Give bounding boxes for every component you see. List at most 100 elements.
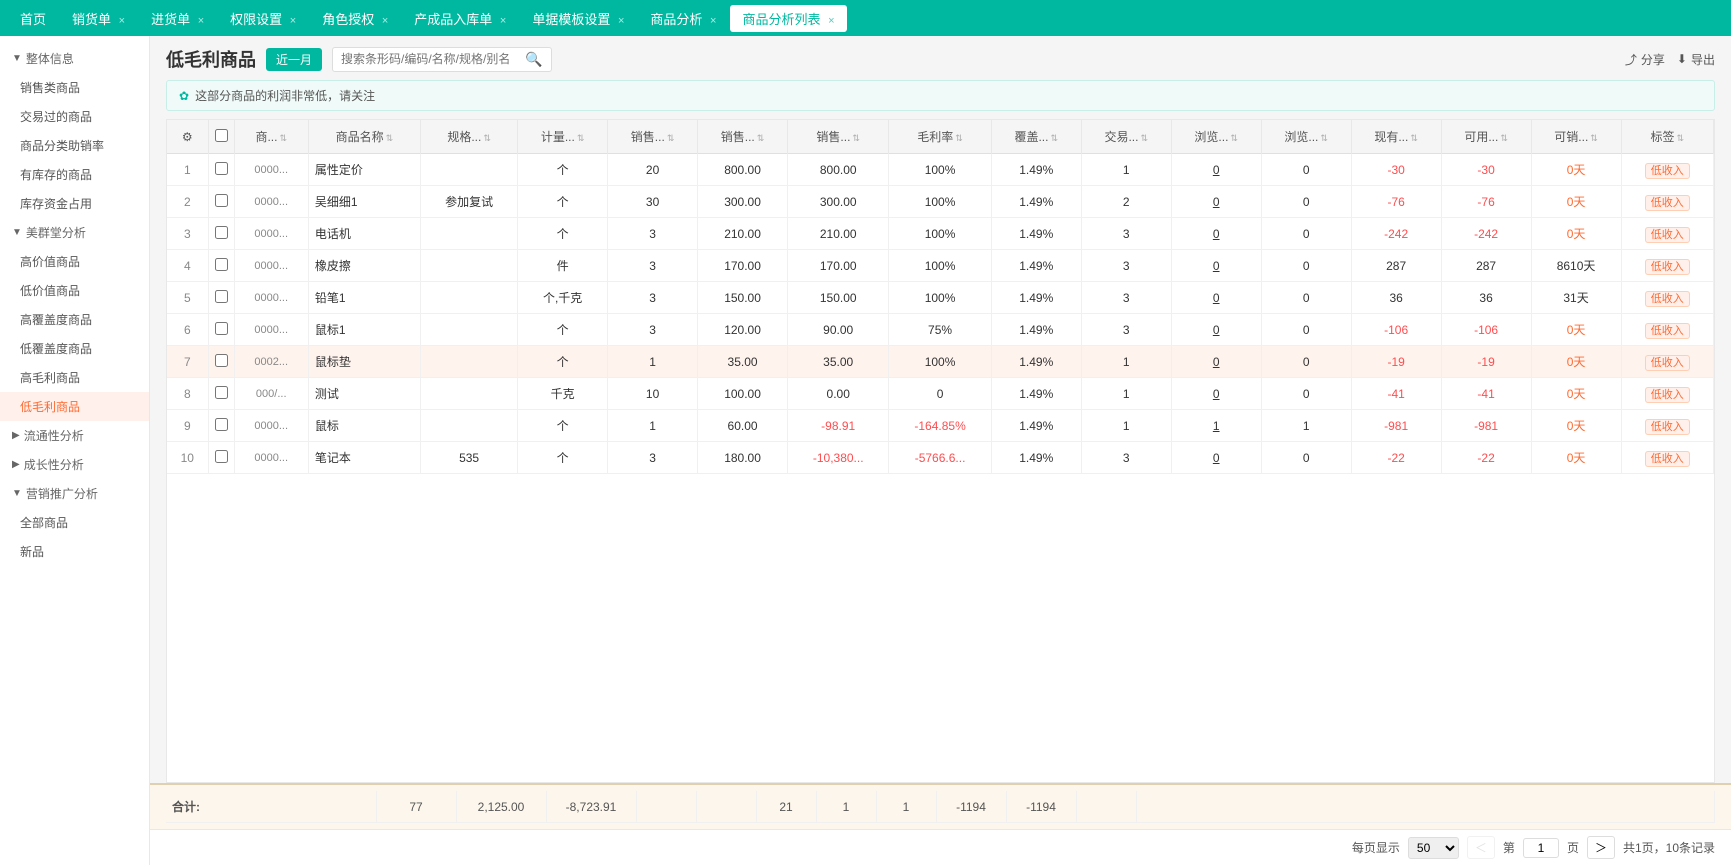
nav-permissions[interactable]: 权限设置 ×	[218, 5, 308, 32]
nav-analysis-list[interactable]: 商品分析列表 ×	[730, 5, 846, 32]
sidebar-group-growth[interactable]: ▶ 成长性分析	[0, 450, 149, 479]
col-current-stock[interactable]: 现有...⇅	[1351, 120, 1441, 154]
select-all-checkbox[interactable]	[215, 129, 228, 142]
row-checkbox-7[interactable]	[208, 378, 234, 410]
row-checkbox-3[interactable]	[208, 250, 234, 282]
table-row: 2 0000... 吴细细1 参加复试 个 30 300.00 300.00 1…	[167, 186, 1714, 218]
nav-products[interactable]: 产成品入库单 ×	[402, 5, 518, 32]
prev-page-button[interactable]: ＜	[1467, 836, 1495, 859]
nav-analysis-list-close[interactable]: ×	[828, 15, 834, 27]
sidebar-item-high-margin[interactable]: 高毛利商品	[0, 363, 149, 392]
share-button[interactable]: ⤴ 分享	[1625, 51, 1665, 68]
row-select-3[interactable]	[215, 258, 228, 271]
nav-analysis[interactable]: 商品分析 ×	[638, 5, 728, 32]
nav-roles-close[interactable]: ×	[382, 15, 388, 27]
nav-analysis-close[interactable]: ×	[710, 15, 716, 27]
col-sellable[interactable]: 可销...⇅	[1531, 120, 1621, 154]
search-input[interactable]	[341, 52, 521, 66]
arrow-flow-icon: ▶	[12, 430, 20, 441]
col-sales-price[interactable]: 销售...⇅	[698, 120, 788, 154]
col-checkbox-all[interactable]	[208, 120, 234, 154]
search-icon[interactable]: 🔍	[525, 51, 542, 68]
row-select-7[interactable]	[215, 386, 228, 399]
sidebar-item-traded-goods[interactable]: 交易过的商品	[0, 102, 149, 131]
col-settings[interactable]: ⚙	[167, 120, 208, 154]
nav-purchase[interactable]: 进货单 ×	[139, 5, 216, 32]
page-size-label: 每页显示	[1352, 839, 1400, 856]
sidebar-item-in-stock[interactable]: 有库存的商品	[0, 160, 149, 189]
sidebar-group-overall[interactable]: ▼ 整体信息	[0, 44, 149, 73]
date-filter-button[interactable]: 近一月	[266, 48, 322, 71]
row-coverage-3: 1.49%	[991, 250, 1081, 282]
sidebar-item-low-margin[interactable]: 低毛利商品	[0, 392, 149, 421]
nav-templates[interactable]: 单据模板设置 ×	[520, 5, 636, 32]
sidebar-item-stock-capital[interactable]: 库存资金占用	[0, 189, 149, 218]
row-select-5[interactable]	[215, 322, 228, 335]
col-unit[interactable]: 计量...⇅	[518, 120, 608, 154]
sidebar-item-high-coverage[interactable]: 高覆盖度商品	[0, 305, 149, 334]
row-gross-margin-9: -5766.6...	[889, 442, 991, 474]
nav-home[interactable]: 首页	[8, 5, 58, 32]
nav-templates-close[interactable]: ×	[618, 15, 624, 27]
row-unit-3: 件	[518, 250, 608, 282]
sidebar-item-new-goods[interactable]: 新品	[0, 537, 149, 566]
col-sales-qty[interactable]: 销售...⇅	[608, 120, 698, 154]
col-name[interactable]: 商品名称⇅	[308, 120, 420, 154]
row-view1-7[interactable]: 0	[1171, 378, 1261, 410]
sidebar-item-low-coverage[interactable]: 低覆盖度商品	[0, 334, 149, 363]
row-select-2[interactable]	[215, 226, 228, 239]
row-checkbox-2[interactable]	[208, 218, 234, 250]
row-checkbox-1[interactable]	[208, 186, 234, 218]
nav-roles[interactable]: 角色授权 ×	[310, 5, 400, 32]
nav-products-close[interactable]: ×	[500, 15, 506, 27]
sidebar-item-low-value[interactable]: 低价值商品	[0, 276, 149, 305]
row-select-4[interactable]	[215, 290, 228, 303]
row-checkbox-5[interactable]	[208, 314, 234, 346]
row-checkbox-4[interactable]	[208, 282, 234, 314]
next-page-button[interactable]: ＞	[1587, 836, 1615, 859]
sidebar-group-flow[interactable]: ▶ 流通性分析	[0, 421, 149, 450]
row-checkbox-8[interactable]	[208, 410, 234, 442]
row-select-8[interactable]	[215, 418, 228, 431]
sidebar-item-all-goods[interactable]: 全部商品	[0, 508, 149, 537]
nav-permissions-close[interactable]: ×	[290, 15, 296, 27]
row-select-1[interactable]	[215, 194, 228, 207]
sidebar-item-high-value[interactable]: 高价值商品	[0, 247, 149, 276]
row-checkbox-0[interactable]	[208, 154, 234, 186]
row-select-0[interactable]	[215, 162, 228, 175]
row-view1-4[interactable]: 0	[1171, 282, 1261, 314]
col-gross-margin[interactable]: 毛利率⇅	[889, 120, 991, 154]
row-view1-9[interactable]: 0	[1171, 442, 1261, 474]
total-label: 合计:	[166, 791, 376, 823]
sidebar-item-category-rate[interactable]: 商品分类助销率	[0, 131, 149, 160]
row-view1-3[interactable]: 0	[1171, 250, 1261, 282]
col-code[interactable]: 商...⇅	[234, 120, 308, 154]
row-view1-6[interactable]: 0	[1171, 346, 1261, 378]
nav-purchase-close[interactable]: ×	[198, 15, 204, 27]
page-size-select[interactable]: 20 50 100 200	[1408, 837, 1459, 859]
col-view2[interactable]: 浏览...⇅	[1261, 120, 1351, 154]
row-view1-8[interactable]: 1	[1171, 410, 1261, 442]
sidebar-item-sales-goods[interactable]: 销售类商品	[0, 73, 149, 102]
col-available[interactable]: 可用...⇅	[1441, 120, 1531, 154]
row-checkbox-9[interactable]	[208, 442, 234, 474]
row-view1-5[interactable]: 0	[1171, 314, 1261, 346]
col-coverage[interactable]: 覆盖...⇅	[991, 120, 1081, 154]
row-select-6[interactable]	[215, 354, 228, 367]
row-select-9[interactable]	[215, 450, 228, 463]
col-tag[interactable]: 标签⇅	[1621, 120, 1713, 154]
page-number-input[interactable]	[1523, 838, 1559, 858]
col-sales-amount[interactable]: 销售...⇅	[788, 120, 889, 154]
nav-sales[interactable]: 销货单 ×	[60, 5, 137, 32]
export-button[interactable]: ⬇ 导出	[1677, 51, 1715, 68]
sidebar-group-marketing[interactable]: ▼ 营销推广分析	[0, 479, 149, 508]
col-spec[interactable]: 规格...⇅	[421, 120, 518, 154]
nav-sales-close[interactable]: ×	[119, 15, 125, 27]
row-view1-1[interactable]: 0	[1171, 186, 1261, 218]
row-checkbox-6[interactable]	[208, 346, 234, 378]
col-view1[interactable]: 浏览...⇅	[1171, 120, 1261, 154]
col-trade[interactable]: 交易...⇅	[1081, 120, 1171, 154]
row-view1-2[interactable]: 0	[1171, 218, 1261, 250]
row-view1-0[interactable]: 0	[1171, 154, 1261, 186]
sidebar-group-beauty[interactable]: ▼ 美群堂分析	[0, 218, 149, 247]
